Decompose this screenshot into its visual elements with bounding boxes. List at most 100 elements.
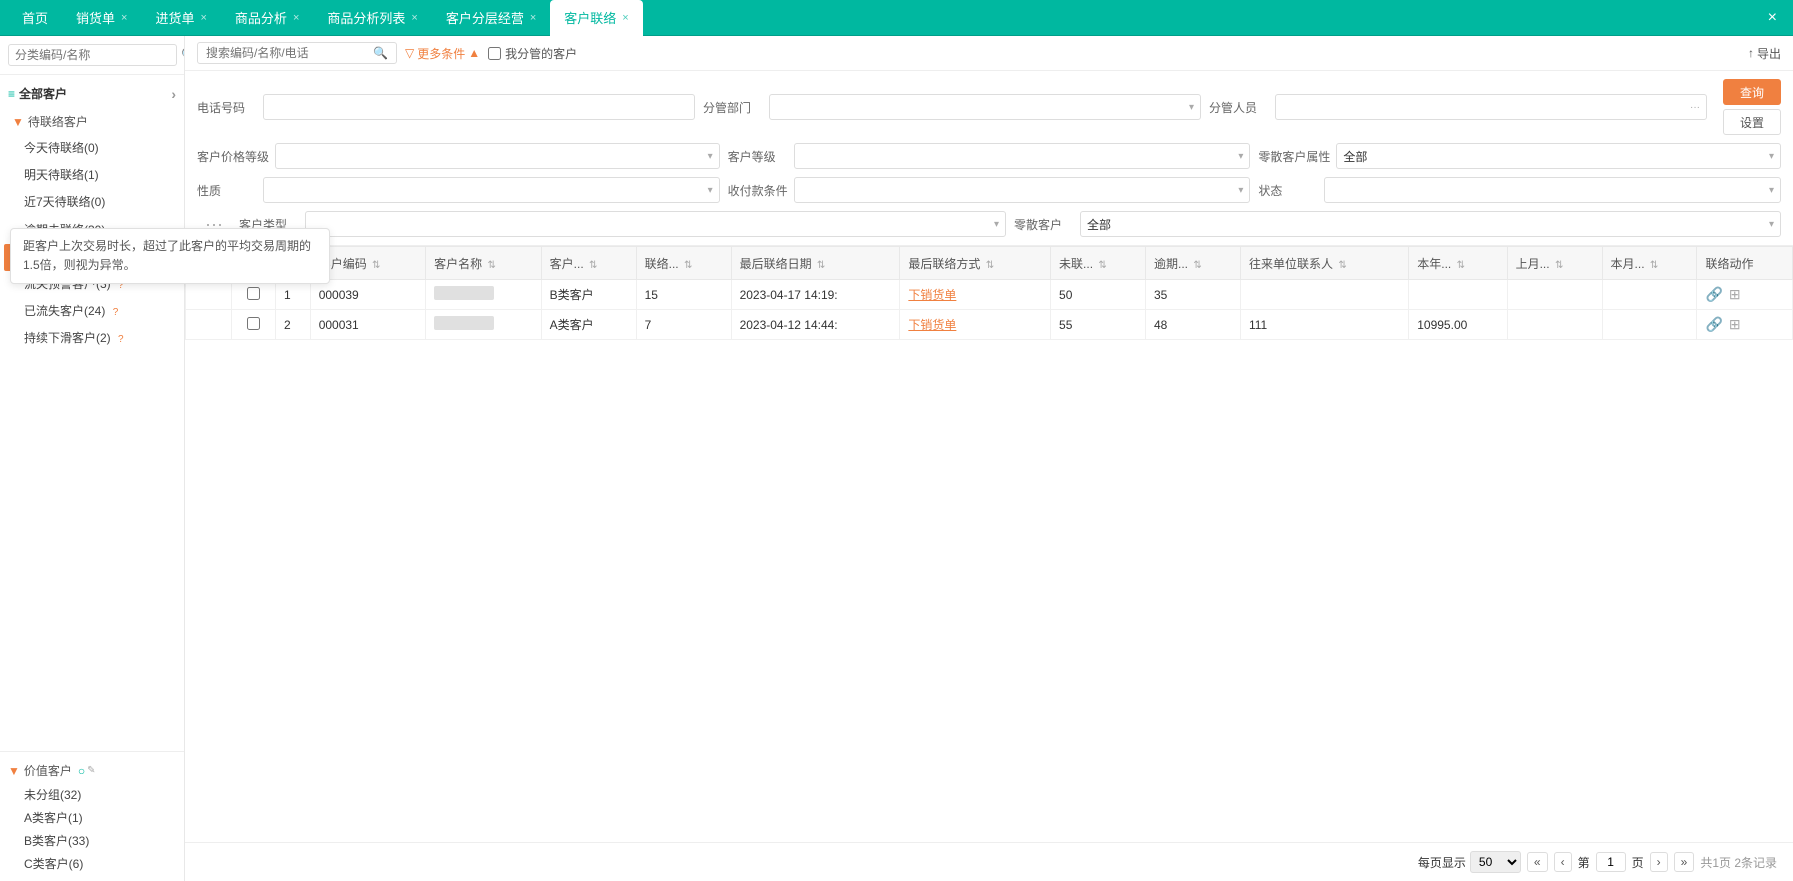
sidebar-search-input[interactable]	[8, 44, 177, 66]
price-grade-select[interactable]: ▾	[275, 143, 720, 169]
sort-contact-person-icon[interactable]: ⇅	[1338, 260, 1346, 271]
manager-select[interactable]: ···	[1275, 94, 1707, 120]
close-analysis-list-icon[interactable]: ×	[411, 12, 417, 24]
sort-this-year-icon[interactable]: ⇅	[1457, 260, 1465, 271]
sidebar-tree: ≡ 全部客户 › ▼ 待联络客户 今天待联络(0) 明天待联络(1) 近7天待联…	[0, 75, 184, 751]
customer-type-select[interactable]: ▾	[305, 211, 1006, 237]
close-window-icon[interactable]: ×	[1760, 9, 1785, 27]
my-customers-input[interactable]	[488, 47, 501, 60]
export-btn[interactable]: ↑ 导出	[1748, 45, 1781, 62]
th-action: 联络动作	[1697, 247, 1793, 280]
row1-link-icon[interactable]: 🔗	[1705, 286, 1722, 303]
sort-unread-icon[interactable]: ⇅	[1098, 260, 1106, 271]
close-customer-tier-icon[interactable]: ×	[530, 12, 536, 24]
customer-grade-select[interactable]: ▾	[794, 143, 1251, 169]
row2-grid-icon[interactable]: ⊞	[1729, 316, 1741, 333]
sort-last-month-icon[interactable]: ⇅	[1555, 260, 1563, 271]
sidebar-continuous-down[interactable]: 持续下滑客户(2) ?	[0, 325, 184, 352]
row1-last-method: 下销货单	[900, 280, 1051, 310]
sort-contact-icon[interactable]: ⇅	[684, 260, 692, 271]
phone-input[interactable]	[263, 94, 695, 120]
query-btn[interactable]: 查询	[1723, 79, 1781, 105]
customer-type-chevron-icon: ▾	[994, 219, 999, 230]
sort-name-icon[interactable]: ⇅	[488, 260, 496, 271]
main-search-icon[interactable]: 🔍	[373, 46, 388, 60]
row2-method-link[interactable]: 下销货单	[908, 318, 956, 332]
continuous-down-hint-icon: ?	[118, 334, 124, 345]
th-type: 客户... ⇅	[541, 247, 636, 280]
sidebar-class-c[interactable]: C类客户(6)	[8, 852, 176, 875]
main-layout: 🔍 ≡ 全部客户 › ▼ 待联络客户 今天待联络(0) 明天待联络(1) 近7天…	[0, 36, 1793, 881]
nav-analysis[interactable]: 商品分析 ×	[221, 0, 313, 36]
dept-select[interactable]: ▾	[769, 94, 1201, 120]
per-page: 每页显示 50 10 20 100	[1418, 851, 1521, 873]
row1-grid-icon[interactable]: ⊞	[1729, 286, 1741, 303]
row2-link-icon[interactable]: 🔗	[1705, 316, 1722, 333]
sidebar-week-pending[interactable]: 近7天待联络(0)	[0, 189, 184, 216]
settings-btn[interactable]: 设置	[1723, 109, 1781, 135]
sidebar-pending-section[interactable]: ▼ 待联络客户	[0, 108, 184, 135]
per-page-select[interactable]: 50 10 20 100	[1470, 851, 1521, 873]
sidebar-all-customers[interactable]: ≡ 全部客户 ›	[0, 79, 184, 108]
nav-customer-tier[interactable]: 客户分层经营 ×	[432, 0, 550, 36]
sidebar-already-lost[interactable]: 已流失客户(24) ?	[0, 298, 184, 325]
close-customer-contact-icon[interactable]: ×	[622, 12, 628, 24]
already-lost-hint-icon: ?	[113, 307, 119, 318]
retail-attr-select[interactable]: 全部 ▾	[1336, 143, 1781, 169]
sidebar-tomorrow-pending[interactable]: 明天待联络(1)	[0, 162, 184, 189]
sort-overdue-icon[interactable]: ⇅	[1193, 260, 1201, 271]
nav-home[interactable]: 首页	[8, 0, 62, 36]
sort-this-month-icon[interactable]: ⇅	[1650, 260, 1658, 271]
close-sales-icon[interactable]: ×	[121, 12, 127, 24]
sort-code-icon[interactable]: ⇅	[372, 260, 380, 271]
nav-purchase[interactable]: 进货单 ×	[141, 0, 220, 36]
sidebar-value-section[interactable]: ▼ 价值客户 ○ ✎	[8, 758, 176, 783]
first-page-btn[interactable]: «	[1527, 852, 1548, 872]
sidebar-class-b[interactable]: B类客户(33)	[8, 829, 176, 852]
th-unread: 未联... ⇅	[1051, 247, 1146, 280]
filter-customer-grade: 客户等级 ▾	[728, 143, 1251, 169]
more-conditions-btn[interactable]: ▽ 更多条件 ▲	[405, 45, 480, 62]
th-name: 客户名称 ⇅	[426, 247, 541, 280]
row1-unread: 50	[1051, 280, 1146, 310]
sidebar-collapse-icon[interactable]: ›	[171, 86, 176, 102]
status-select[interactable]: ▾	[1324, 177, 1781, 203]
page-input[interactable]	[1596, 852, 1626, 872]
row1-check[interactable]	[247, 287, 260, 300]
filter-status: 状态 ▾	[1258, 177, 1781, 203]
row2-actions: 🔗 ⊞	[1705, 316, 1784, 333]
sort-last-date-icon[interactable]: ⇅	[817, 260, 825, 271]
row1-method-link[interactable]: 下销货单	[908, 288, 956, 302]
payment-select[interactable]: ▾	[794, 177, 1251, 203]
nature-select[interactable]: ▾	[263, 177, 720, 203]
row2-code: 000031	[310, 310, 425, 340]
prev-page-btn[interactable]: ‹	[1554, 852, 1572, 872]
nav-customer-contact[interactable]: 客户联络 ×	[550, 0, 642, 36]
customer-grade-chevron-icon: ▾	[1238, 151, 1243, 162]
nav-analysis-list[interactable]: 商品分析列表 ×	[313, 0, 431, 36]
next-page-btn[interactable]: ›	[1650, 852, 1668, 872]
sort-last-method-icon[interactable]: ⇅	[986, 260, 994, 271]
row2-check[interactable]	[247, 317, 260, 330]
last-page-btn[interactable]: »	[1674, 852, 1695, 872]
th-last-method: 最后联络方式 ⇅	[900, 247, 1051, 280]
value-edit-icon[interactable]: ○	[78, 764, 85, 778]
sort-type-icon[interactable]: ⇅	[589, 260, 597, 271]
sidebar-unclassified[interactable]: 未分组(32)	[8, 783, 176, 806]
nav-sales[interactable]: 销货单 ×	[62, 0, 141, 36]
close-purchase-icon[interactable]: ×	[200, 12, 206, 24]
pagination: 每页显示 50 10 20 100 « ‹ 第 页 › » 共1页 2条记录	[185, 842, 1793, 881]
manager-label: 分管人员	[1209, 99, 1269, 116]
value-arrow-icon: ▼	[8, 764, 20, 778]
row1-overdue: 35	[1146, 280, 1241, 310]
my-customers-checkbox[interactable]: 我分管的客户	[488, 45, 577, 62]
retail-customer-label: 零散客户	[1014, 216, 1074, 233]
close-analysis-icon[interactable]: ×	[293, 12, 299, 24]
row2-no: 2	[275, 310, 310, 340]
sidebar-class-a[interactable]: A类客户(1)	[8, 806, 176, 829]
sidebar-today-pending[interactable]: 今天待联络(0)	[0, 135, 184, 162]
row2-last-date: 2023-04-12 14:44:	[731, 310, 900, 340]
main-search-input[interactable]	[206, 46, 369, 60]
retail-customer-select[interactable]: 全部 ▾	[1080, 211, 1781, 237]
value-check-icon[interactable]: ✎	[87, 765, 95, 776]
